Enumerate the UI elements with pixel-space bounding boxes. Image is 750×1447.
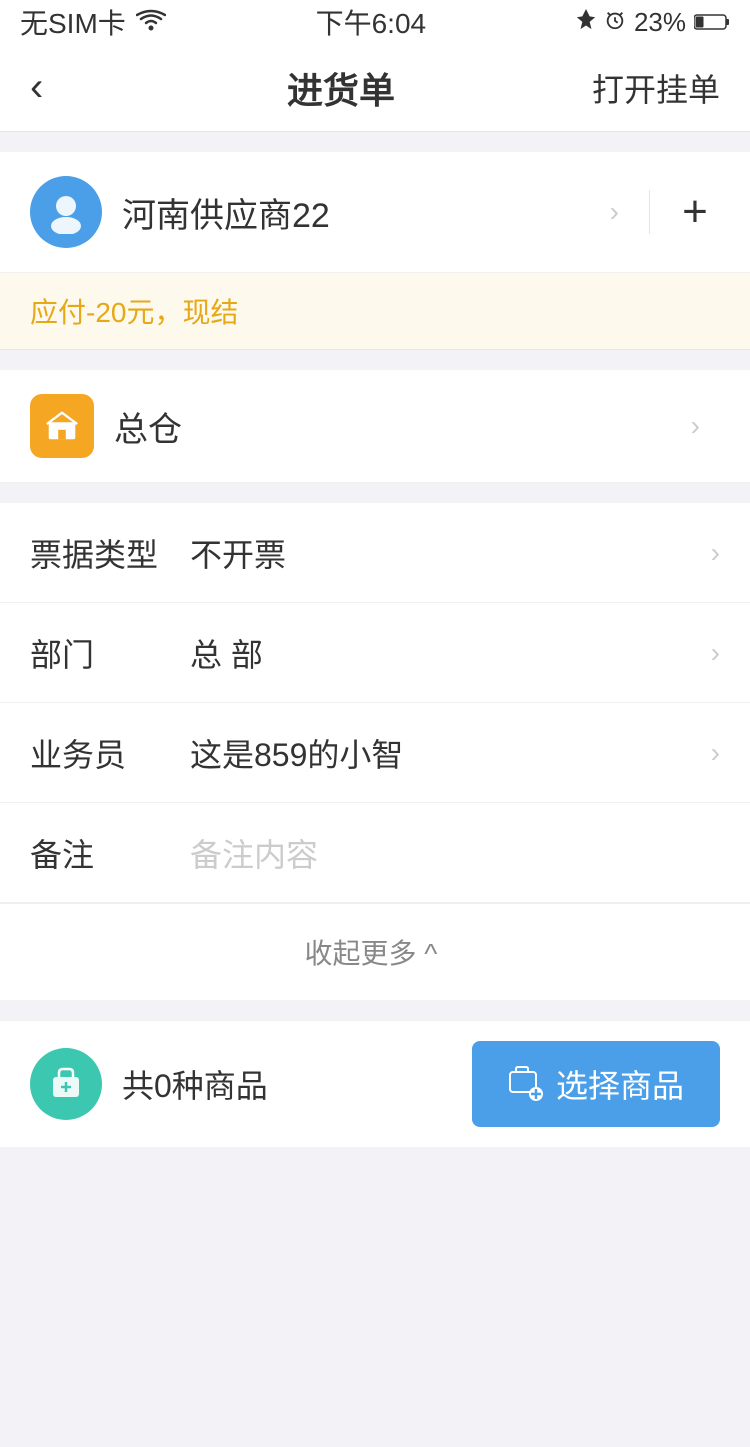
department-value: 总 部 [170,630,711,676]
supplier-chevron-icon: › [610,196,619,228]
remark-label: 备注 [30,830,170,876]
time-label: 下午6:04 [316,2,427,42]
salesperson-label: 业务员 [30,730,170,776]
battery-icon [694,7,730,38]
warehouse-section: 总仓 › [0,370,750,483]
section-gap-2 [0,350,750,370]
supplier-name: 河南供应商22 [122,188,610,237]
status-left: 无SIM卡 [20,2,166,42]
vertical-divider [649,190,650,234]
carrier-label: 无SIM卡 [20,2,126,42]
back-button[interactable]: ‹ [30,65,90,110]
warehouse-name: 总仓 [114,402,691,451]
add-supplier-button[interactable]: + [670,187,720,237]
wifi-icon [136,6,166,38]
warehouse-chevron-icon: › [691,410,700,442]
alarm-icon [604,7,626,38]
warehouse-row[interactable]: 总仓 › [0,370,750,483]
invoice-type-chevron-icon: › [711,537,720,569]
supplier-section: 河南供应商22 › + 应付-20元，现结 [0,152,750,350]
invoice-type-value: 不开票 [170,530,711,576]
open-pending-button[interactable]: 打开挂单 [592,65,720,111]
department-label: 部门 [30,630,170,676]
remark-value[interactable]: 备注内容 [170,830,720,876]
salesperson-value: 这是859的小智 [170,730,711,776]
section-gap-3 [0,483,750,503]
salesperson-chevron-icon: › [711,737,720,769]
status-bar: 无SIM卡 下午6:04 23% [0,0,750,44]
remark-row[interactable]: 备注 备注内容 [0,803,750,903]
salesperson-row[interactable]: 业务员 这是859的小智 › [0,703,750,803]
notice-banner: 应付-20元，现结 [0,273,750,350]
department-chevron-icon: › [711,637,720,669]
supplier-row[interactable]: 河南供应商22 › + [0,152,750,273]
select-product-button[interactable]: 选择商品 [472,1041,720,1127]
fields-section: 票据类型 不开票 › 部门 总 部 › 业务员 这是859的小智 › 备注 备注… [0,503,750,1000]
supplier-avatar [30,176,102,248]
collapse-label: 收起更多 ^ [305,932,438,972]
invoice-type-row[interactable]: 票据类型 不开票 › [0,503,750,603]
location-icon [576,7,596,38]
section-gap-1 [0,132,750,152]
department-row[interactable]: 部门 总 部 › [0,603,750,703]
collapse-button[interactable]: 收起更多 ^ [0,903,750,1000]
select-product-label: 选择商品 [556,1061,684,1107]
invoice-type-label: 票据类型 [30,530,170,576]
product-count-label: 共0种商品 [122,1061,472,1107]
nav-bar: ‹ 进货单 打开挂单 [0,44,750,132]
product-bar: 共0种商品 选择商品 [0,1020,750,1147]
product-icon [30,1048,102,1120]
notice-text: 应付-20元，现结 [30,297,238,328]
warehouse-icon [30,394,94,458]
page-title: 进货单 [90,62,592,114]
page-fill [0,1147,750,1447]
status-right: 23% [576,7,730,38]
battery-label: 23% [634,7,686,38]
